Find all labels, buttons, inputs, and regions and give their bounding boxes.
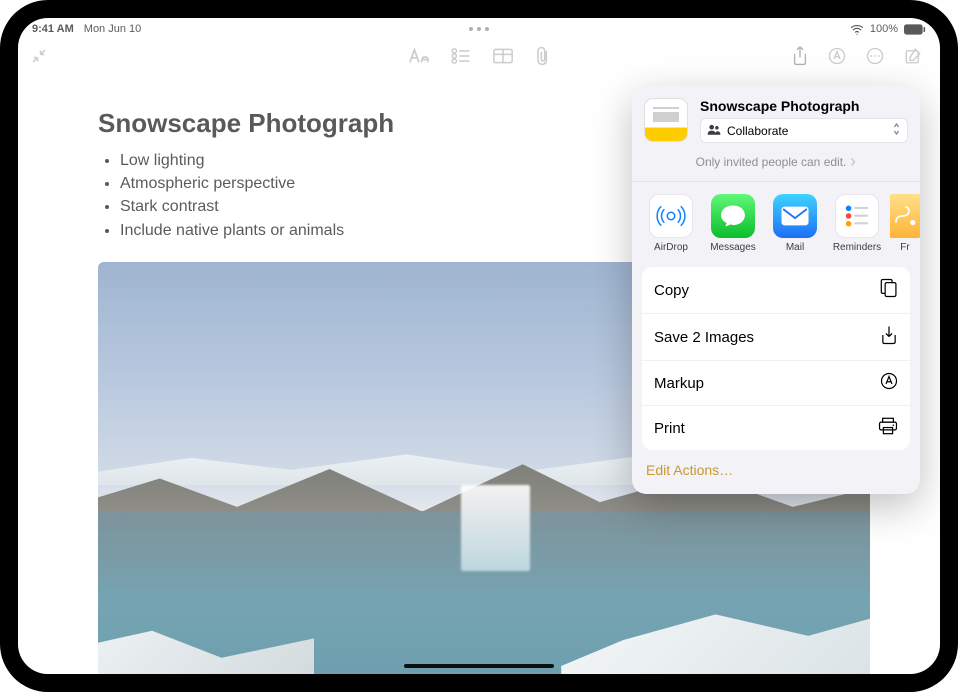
freeform-button[interactable]: Fr [890,194,920,253]
print-icon [878,417,898,439]
reminders-button[interactable]: Reminders [828,194,886,253]
messages-button[interactable]: Messages [704,194,762,253]
battery-percent: 100% [870,23,898,35]
attachment-icon[interactable] [535,46,551,71]
save-icon [880,325,898,349]
home-indicator[interactable] [404,664,554,668]
status-time: 9:41 AM [32,23,74,35]
save-images-button[interactable]: Save 2 Images [642,314,910,361]
markup-button[interactable]: Markup [642,361,910,406]
edit-actions-button[interactable]: Edit Actions… [632,450,920,494]
exit-fullscreen-icon[interactable] [30,47,48,70]
more-icon[interactable] [866,47,884,70]
messages-icon [711,194,755,238]
markup-toolbar-icon[interactable] [828,47,846,70]
share-title: Snowscape Photograph [700,98,908,114]
collaboration-mode-button[interactable]: Collaborate [700,118,908,143]
collab-label: Collaborate [727,124,788,138]
reminders-icon [835,194,879,238]
chevron-up-down-icon [892,122,901,139]
copy-icon [880,278,898,302]
text-format-icon[interactable] [407,47,429,70]
mail-button[interactable]: Mail [766,194,824,253]
markup-icon [880,372,898,394]
checklist-icon[interactable] [451,47,471,70]
share-apps-row[interactable]: AirDrop Messages [632,182,920,261]
permission-button[interactable]: Only invited people can edit. [632,151,920,182]
status-date: Mon Jun 10 [84,23,141,35]
table-icon[interactable] [493,48,513,69]
share-icon[interactable] [792,46,808,71]
note-toolbar [18,38,940,78]
mail-icon [773,194,817,238]
ipad-frame: 9:41 AM Mon Jun 10 100% [0,0,958,692]
battery-icon [904,24,926,35]
print-button[interactable]: Print [642,406,910,450]
airdrop-icon [649,194,693,238]
status-bar: 9:41 AM Mon Jun 10 100% [18,18,940,38]
note-thumbnail-icon [644,98,688,142]
freeform-icon [890,194,920,238]
screen: 9:41 AM Mon Jun 10 100% [18,18,940,674]
people-icon [707,124,721,138]
share-sheet: Snowscape Photograph Collaborate [632,86,920,494]
compose-icon[interactable] [904,47,922,70]
airdrop-button[interactable]: AirDrop [642,194,700,253]
wifi-icon [850,24,864,35]
multitask-dots[interactable] [469,27,489,31]
copy-button[interactable]: Copy [642,267,910,314]
share-actions-list: Copy Save 2 Images [642,267,910,450]
